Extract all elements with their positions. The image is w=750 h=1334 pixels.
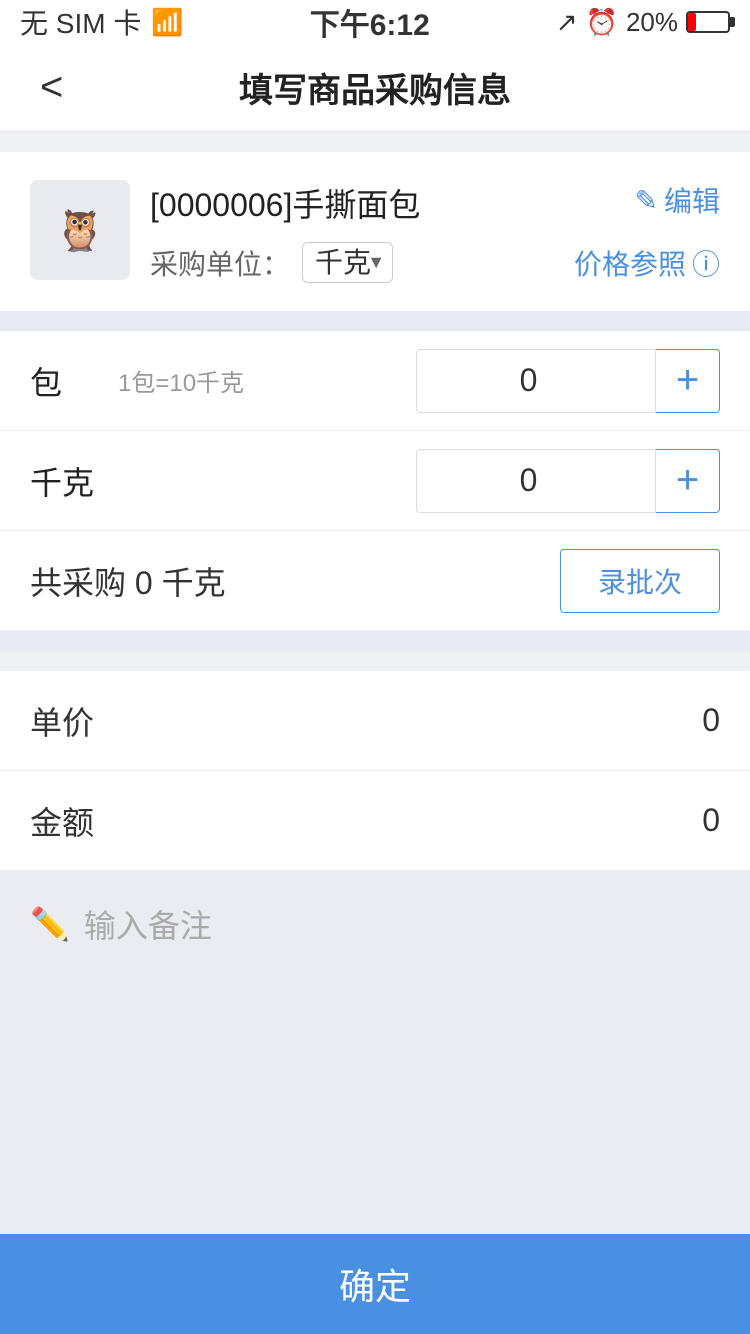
divider-1 xyxy=(0,311,750,331)
edit-label: 编辑 xyxy=(664,180,720,220)
kg-input[interactable] xyxy=(416,449,656,513)
wifi-icon: 📶 xyxy=(151,7,183,38)
battery-icon xyxy=(686,11,730,33)
bag-sub: 1包=10千克 xyxy=(118,363,244,398)
product-card: 🦉 [0000006]手撕面包 采购单位： 千克 ✎ 编辑 价格参照 ⓘ xyxy=(0,152,750,311)
unit-select[interactable]: 千克 xyxy=(302,242,393,283)
kg-plus-button[interactable]: + xyxy=(656,449,720,513)
notes-section[interactable]: ✏️ 输入备注 xyxy=(0,871,750,977)
amount-label: 金额 xyxy=(30,798,94,844)
confirm-button[interactable]: 确定 xyxy=(0,1234,750,1334)
nav-bar: < 填写商品采购信息 xyxy=(0,44,750,132)
price-ref-help-icon: ⓘ xyxy=(692,243,720,283)
kg-label: 千克 xyxy=(30,458,110,504)
price-ref-button[interactable]: 价格参照 ⓘ xyxy=(574,243,720,283)
battery-fill xyxy=(688,13,696,31)
sim-label: 无 SIM 卡 xyxy=(20,2,141,42)
battery-percent: 20% xyxy=(626,7,678,38)
bag-label: 包 xyxy=(30,358,110,404)
unit-price-value: 0 xyxy=(702,702,720,739)
status-left: 无 SIM 卡 📶 xyxy=(20,2,184,42)
product-logo: 🦉 xyxy=(55,207,105,254)
bag-input-right: + xyxy=(416,349,720,413)
location-icon: ↗ xyxy=(556,7,578,38)
page-title: 填写商品采购信息 xyxy=(239,63,511,112)
status-right: ↗ ⏰ 20% xyxy=(556,7,730,38)
notes-placeholder: 输入备注 xyxy=(84,901,212,947)
amount-value: 0 xyxy=(702,802,720,839)
status-bar: 无 SIM 卡 📶 下午6:12 ↗ ⏰ 20% xyxy=(0,0,750,44)
bag-input-row: 包 1包=10千克 + xyxy=(0,331,750,431)
unit-label: 采购单位： xyxy=(150,243,290,283)
pencil-icon: ✏️ xyxy=(30,905,70,943)
summary-text: 共采购 0 千克 xyxy=(30,558,226,604)
bag-plus-button[interactable]: + xyxy=(656,349,720,413)
amount-row: 金额 0 xyxy=(0,771,750,871)
unit-price-row: 单价 0 xyxy=(0,671,750,771)
product-thumbnail: 🦉 xyxy=(30,180,130,280)
kg-input-row: 千克 + xyxy=(0,431,750,531)
back-button[interactable]: < xyxy=(30,55,73,120)
price-ref-label: 价格参照 xyxy=(574,243,686,283)
status-time: 下午6:12 xyxy=(310,0,430,44)
divider-2 xyxy=(0,631,750,651)
unit-select-wrap[interactable]: 千克 xyxy=(302,242,393,283)
summary-row: 共采购 0 千克 录批次 xyxy=(0,531,750,631)
unit-price-label: 单价 xyxy=(30,698,94,744)
input-section: 包 1包=10千克 + 千克 + 共采购 0 千克 录批次 xyxy=(0,331,750,631)
price-section: 单价 0 金额 0 xyxy=(0,671,750,871)
bag-input[interactable] xyxy=(416,349,656,413)
edit-icon: ✎ xyxy=(635,184,658,217)
kg-input-right: + xyxy=(416,449,720,513)
edit-button[interactable]: ✎ 编辑 xyxy=(635,180,720,220)
alarm-icon: ⏰ xyxy=(586,7,618,38)
batch-button[interactable]: 录批次 xyxy=(560,549,720,613)
